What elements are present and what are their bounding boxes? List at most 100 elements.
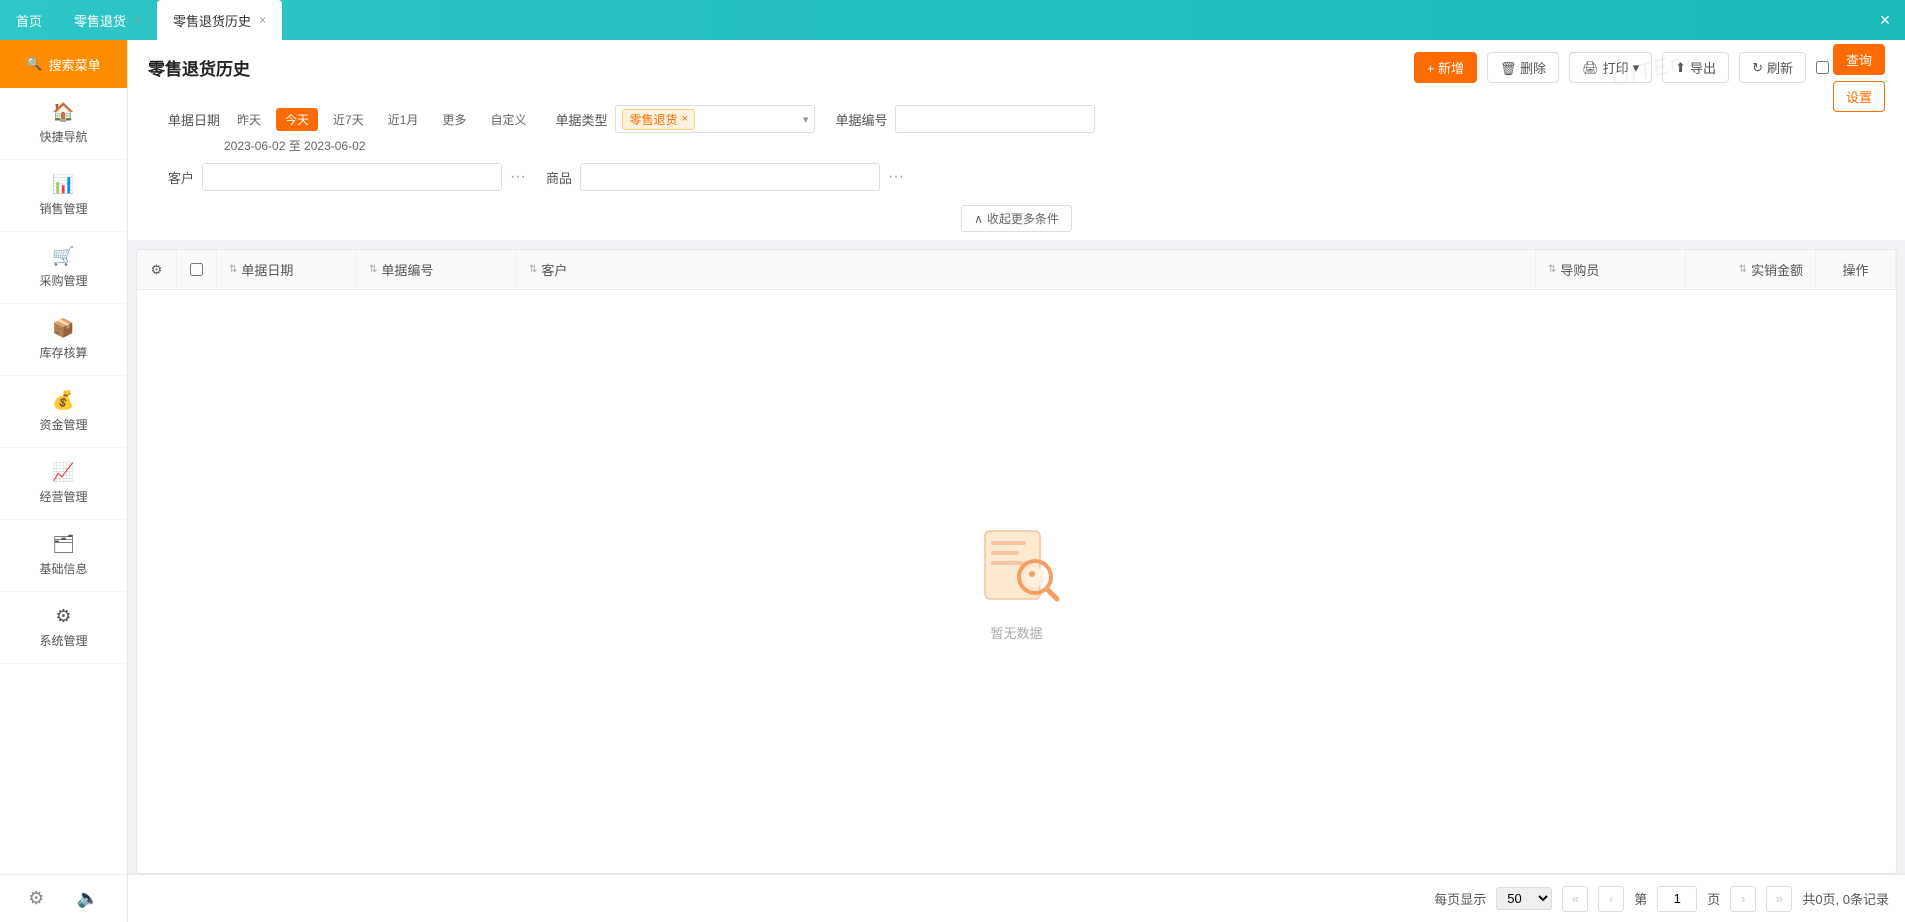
th-sort-date-icon[interactable]: ⇅ — [229, 264, 237, 275]
collapse-filters-button[interactable]: ∧ 收起更多条件 — [961, 205, 1072, 232]
delete-button[interactable]: 🗑 删除 — [1487, 52, 1559, 83]
sidebar-item-finance[interactable]: 💰 资金管理 — [0, 376, 127, 448]
customer-ellipsis-btn[interactable]: ··· — [510, 168, 526, 186]
sidebar-bottom: ⚙ 🔈 — [0, 874, 127, 922]
customer-filter-input[interactable] — [202, 163, 502, 191]
filter-area: 单据日期 昨天 今天 近7天 近1月 更多 自定义 单据类型 — [148, 95, 1885, 240]
next-page-button[interactable]: › — [1730, 886, 1756, 912]
show-detail-checkbox[interactable] — [1816, 61, 1829, 74]
print-arrow: ▾ — [1633, 60, 1640, 76]
window-close-button[interactable]: × — [1865, 0, 1905, 40]
th-sort-customer-icon[interactable]: ⇅ — [529, 264, 537, 275]
type-filter-item: 单据类型 零售退货 × ▾ — [555, 105, 815, 133]
tab-retail-return-history-close[interactable]: × — [259, 13, 266, 27]
th-customer: ⇅ 客户 — [517, 250, 1536, 289]
th-num: ⇅ 单据编号 — [357, 250, 517, 289]
date-btn-today[interactable]: 今天 — [276, 108, 318, 131]
page-label: 第 — [1634, 889, 1647, 908]
sidebar-item-basic-label: 基础信息 — [39, 560, 87, 577]
th-customer-label: 客户 — [541, 260, 567, 279]
export-label: 导出 — [1690, 58, 1716, 77]
date-btn-1month[interactable]: 近1月 — [379, 108, 428, 131]
settings-icon: ⚙ — [151, 262, 163, 278]
date-btn-yesterday[interactable]: 昨天 — [228, 108, 270, 131]
page-unit: 页 — [1707, 889, 1720, 908]
sidebar: 🔍 搜索菜单 🏠 快捷导航 📊 销售管理 🛒 采购管理 📦 库存核算 💰 资金管… — [0, 40, 128, 922]
date-filter-label: 单据日期 — [168, 110, 220, 129]
date-btn-custom[interactable]: 自定义 — [481, 108, 535, 131]
home-icon: 🏠 — [52, 102, 74, 123]
tab-home[interactable]: 首页 — [0, 0, 58, 40]
setting-button[interactable]: 设置 — [1833, 81, 1885, 112]
date-filter-buttons: 昨天 今天 近7天 近1月 更多 自定义 — [228, 108, 535, 131]
prev-page-button[interactable]: ‹ — [1598, 886, 1624, 912]
tab-retail-return-close[interactable]: × — [134, 13, 141, 27]
type-filter-select[interactable]: 零售退货 × ▾ — [615, 105, 815, 133]
first-page-button[interactable]: « — [1562, 886, 1588, 912]
volume-icon[interactable]: 🔈 — [76, 888, 98, 909]
page-number-input[interactable] — [1657, 886, 1697, 912]
type-tag-close[interactable]: × — [681, 113, 687, 125]
filter-row-2: 客户 ··· 商品 ··· — [168, 163, 1865, 191]
sidebar-search-label: 搜索菜单 — [49, 55, 101, 74]
date-btn-7days[interactable]: 近7天 — [324, 108, 373, 131]
collapse-label: 收起更多条件 — [987, 210, 1059, 227]
sidebar-item-purchase[interactable]: 🛒 采购管理 — [0, 232, 127, 304]
page-size-label: 每页显示 — [1434, 889, 1486, 908]
date-btn-more[interactable]: 更多 — [433, 108, 475, 131]
sidebar-item-basic[interactable]: 🗂 基础信息 — [0, 520, 127, 592]
sidebar-item-operations-label: 经营管理 — [39, 488, 87, 505]
tab-retail-return-history-label: 零售退货历史 — [173, 11, 251, 30]
operations-icon: 📈 — [52, 462, 74, 483]
sidebar-item-sales[interactable]: 📊 销售管理 — [0, 160, 127, 232]
print-icon: 🖨 — [1582, 60, 1599, 76]
tab-home-label: 首页 — [16, 11, 42, 30]
export-button[interactable]: ⬆ 导出 — [1662, 52, 1729, 83]
sidebar-item-operations[interactable]: 📈 经营管理 — [0, 448, 127, 520]
th-num-label: 单据编号 — [381, 260, 433, 279]
search-icon: 🔍 — [26, 56, 42, 72]
print-button[interactable]: 🖨 打印 ▾ — [1569, 52, 1652, 83]
empty-text: 暂无数据 — [990, 623, 1042, 642]
goods-filter-input[interactable] — [580, 163, 880, 191]
th-sort-amount-icon[interactable]: ⇅ — [1739, 264, 1747, 275]
tab-retail-return-history[interactable]: 零售退货历史 × — [157, 0, 282, 40]
th-ops: 操作 — [1816, 250, 1896, 289]
th-ops-label: 操作 — [1842, 260, 1868, 279]
content-area: 零售退货历史 + 新增 🗑 删除 🖨 打印 ▾ ⬆ 导出 ↻ — [128, 40, 1905, 922]
settings-bottom-icon[interactable]: ⚙ — [28, 888, 44, 909]
sidebar-item-quicknav[interactable]: 🏠 快捷导航 — [0, 88, 127, 160]
add-button[interactable]: + 新增 — [1414, 52, 1477, 83]
table-container: ⚙ ⇅ 单据日期 ⇅ 单据编号 ⇅ 客户 ⇅ — [136, 249, 1897, 874]
page-size-select[interactable]: 10 20 50 100 — [1496, 887, 1552, 910]
customer-filter-label: 客户 — [168, 168, 194, 187]
th-amount-label: 实销金额 — [1751, 260, 1803, 279]
sidebar-item-system[interactable]: ⚙ 系统管理 — [0, 592, 127, 664]
sales-icon: 📊 — [52, 174, 74, 195]
empty-state: 暂无数据 — [967, 521, 1067, 642]
th-sort-guide-icon[interactable]: ⇅ — [1548, 264, 1556, 275]
query-button[interactable]: 查询 — [1833, 44, 1885, 75]
sidebar-item-inventory[interactable]: 📦 库存核算 — [0, 304, 127, 376]
sidebar-search[interactable]: 🔍 搜索菜单 — [0, 40, 127, 88]
num-filter-label: 单据编号 — [835, 110, 887, 129]
tab-retail-return[interactable]: 零售退货 × — [58, 0, 157, 40]
refresh-button[interactable]: ↻ 刷新 — [1739, 52, 1806, 83]
page-title: 零售退货历史 — [148, 55, 250, 80]
th-sort-num-icon[interactable]: ⇅ — [369, 264, 377, 275]
pagination-bar: 每页显示 10 20 50 100 « ‹ 第 页 › » 共0页, 0条记录 — [128, 874, 1905, 922]
tab-list: 首页 零售退货 × 零售退货历史 × — [0, 0, 1865, 40]
th-check[interactable] — [177, 250, 217, 289]
sidebar-item-system-label: 系统管理 — [39, 632, 87, 649]
th-settings[interactable]: ⚙ — [137, 250, 177, 289]
goods-ellipsis-btn[interactable]: ··· — [888, 168, 904, 186]
sidebar-item-purchase-label: 采购管理 — [39, 272, 87, 289]
sidebar-item-finance-label: 资金管理 — [39, 416, 87, 433]
refresh-label: 刷新 — [1767, 58, 1793, 77]
num-filter-input[interactable] — [895, 105, 1095, 133]
last-page-button[interactable]: » — [1766, 886, 1792, 912]
sidebar-item-inventory-label: 库存核算 — [39, 344, 87, 361]
select-all-checkbox[interactable] — [190, 263, 203, 276]
num-filter-item: 单据编号 — [835, 105, 1095, 133]
refresh-icon: ↻ — [1752, 60, 1763, 76]
